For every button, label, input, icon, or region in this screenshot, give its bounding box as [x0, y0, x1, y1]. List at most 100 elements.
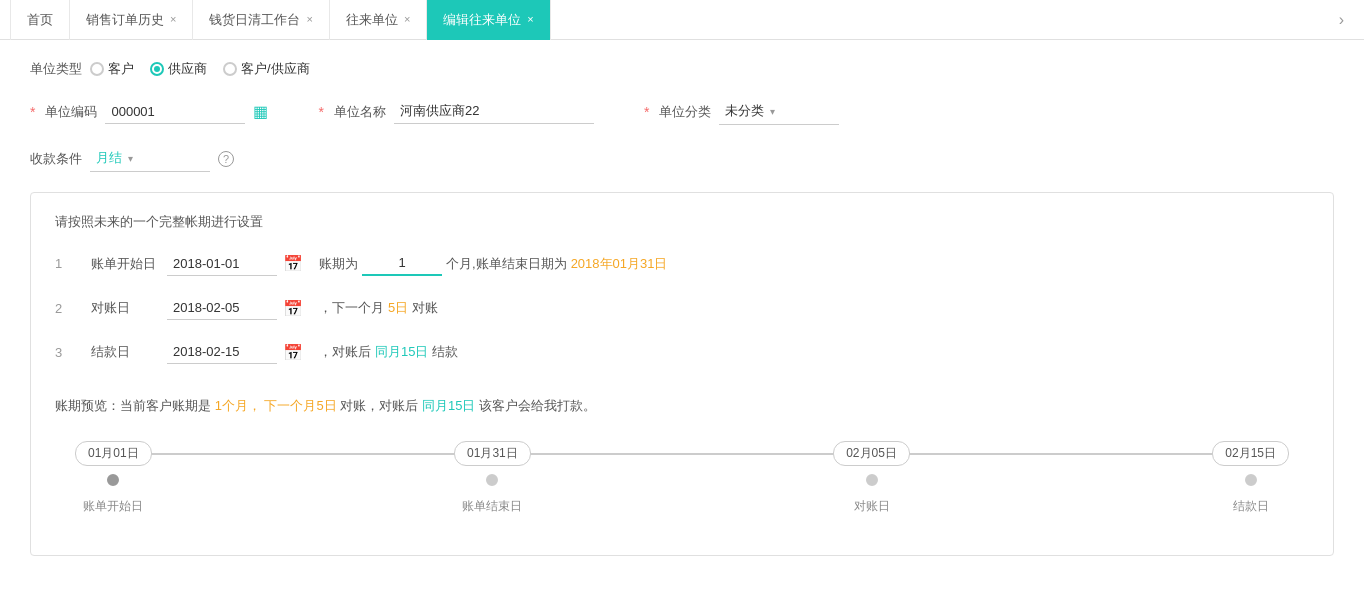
timeline-dot-2 — [866, 474, 878, 486]
timeline-dot-1 — [486, 474, 498, 486]
step-2-date-field: 📅 — [167, 296, 303, 320]
radio-group: 客户 供应商 客户/供应商 — [90, 60, 310, 78]
preview-section: 账期预览：当前客户账期是 1个月， 下一个月5日 对账，对账后 同月15日 该客… — [55, 384, 1309, 535]
tab-cash-workbench-label: 钱货日清工作台 — [209, 11, 300, 29]
unit-name-group: * 单位名称 — [318, 100, 593, 124]
payment-terms-label: 收款条件 — [30, 150, 82, 168]
step-1-cal-icon[interactable]: 📅 — [283, 254, 303, 273]
timeline-points: 01月01日账单开始日 01月31日账单结束日 02月05日对账日 02月15日结款日 — [75, 441, 1289, 515]
step-1-date-input[interactable] — [167, 252, 277, 276]
tab-edit-partner[interactable]: 编辑往来单位 × — [427, 0, 550, 40]
step-2-desc-after: 对账 — [412, 299, 438, 317]
step-2-highlight: 5日 — [388, 299, 408, 317]
tab-home-label: 首页 — [27, 11, 53, 29]
step-1-highlight: 2018年01月31日 — [571, 255, 668, 273]
tab-cash-workbench[interactable]: 钱货日清工作台 × — [193, 0, 329, 40]
tabs-bar: 首页 销售订单历史 × 钱货日清工作台 × 往来单位 × 编辑往来单位 × › — [0, 0, 1364, 40]
unit-type-row: 单位类型 客户 供应商 客户/供应商 — [30, 60, 1334, 78]
unit-category-value: 未分类 — [725, 102, 764, 120]
name-required: * — [318, 104, 323, 120]
preview-label: 账期预览：当前客户账期是 — [55, 398, 211, 413]
step-1-desc-before: 账期为 — [319, 255, 358, 273]
tab-home[interactable]: 首页 — [10, 0, 70, 40]
step-3-row: 3 结款日 📅 ，对账后 同月15日 结款 — [55, 340, 1309, 364]
unit-category-group: * 单位分类 未分类 ▾ — [644, 98, 839, 125]
unit-name-label: 单位名称 — [334, 103, 386, 121]
payment-terms-row: 收款条件 月结 ▾ ? — [30, 145, 1334, 172]
preview-text: 账期预览：当前客户账期是 1个月， 下一个月5日 对账，对账后 同月15日 该客… — [55, 394, 1309, 417]
preview-part5: 该客户会给我打款。 — [479, 398, 596, 413]
preview-part4: 同月15日 — [422, 398, 475, 413]
step-2-num: 2 — [55, 301, 75, 316]
timeline-badge-0: 01月01日 — [75, 441, 152, 466]
tab-cash-workbench-close[interactable]: × — [306, 14, 312, 25]
timeline-dot-3 — [1245, 474, 1257, 486]
preview-part2: 下一个月5日 — [264, 398, 336, 413]
preview-part1: 1个月， — [215, 398, 261, 413]
unit-code-icon[interactable]: ▦ — [253, 102, 268, 121]
unit-code-label: 单位编码 — [45, 103, 97, 121]
step-2-row: 2 对账日 📅 ，下一个月 5日 对账 — [55, 296, 1309, 320]
payment-terms-select[interactable]: 月结 ▾ — [90, 145, 210, 172]
timeline-point-1: 01月31日账单结束日 — [454, 441, 531, 515]
help-icon[interactable]: ? — [218, 151, 234, 167]
step-3-cal-icon[interactable]: 📅 — [283, 343, 303, 362]
radio-customer-circle — [90, 62, 104, 76]
unit-category-select[interactable]: 未分类 ▾ — [719, 98, 839, 125]
timeline-point-3: 02月15日结款日 — [1212, 441, 1289, 515]
radio-supplier-circle — [150, 62, 164, 76]
step-3-num: 3 — [55, 345, 75, 360]
timeline-desc-1: 账单结束日 — [462, 498, 522, 515]
radio-supplier[interactable]: 供应商 — [150, 60, 207, 78]
tab-arrow-right[interactable]: › — [1329, 11, 1354, 29]
step-1-period-input[interactable] — [362, 251, 442, 276]
step-3-label: 结款日 — [91, 343, 151, 361]
step-3-desc-after: 结款 — [432, 343, 458, 361]
timeline: 01月01日账单开始日 01月31日账单结束日 02月05日对账日 02月15日结款日 — [55, 441, 1309, 515]
section-instruction: 请按照未来的一个完整帐期进行设置 — [55, 213, 1309, 231]
step-1-desc: 账期为 个月,账单结束日期为 2018年01月31日 — [319, 251, 667, 276]
step-2-cal-icon[interactable]: 📅 — [283, 299, 303, 318]
radio-customer[interactable]: 客户 — [90, 60, 134, 78]
timeline-point-0: 01月01日账单开始日 — [75, 441, 152, 515]
settings-section: 请按照未来的一个完整帐期进行设置 1 账单开始日 📅 账期为 个月,账单结束日期… — [30, 192, 1334, 556]
unit-code-group: * 单位编码 ▦ — [30, 100, 268, 124]
timeline-badge-2: 02月05日 — [833, 441, 910, 466]
radio-supplier-label: 供应商 — [168, 60, 207, 78]
tab-sales-history-close[interactable]: × — [170, 14, 176, 25]
step-3-desc: ，对账后 同月15日 结款 — [319, 343, 458, 361]
step-3-desc-before: ，对账后 — [319, 343, 371, 361]
radio-both-label: 客户/供应商 — [241, 60, 310, 78]
step-1-num: 1 — [55, 256, 75, 271]
timeline-point-2: 02月05日对账日 — [833, 441, 910, 515]
step-2-date-input[interactable] — [167, 296, 277, 320]
step-1-label: 账单开始日 — [91, 255, 151, 273]
step-2-label: 对账日 — [91, 299, 151, 317]
arrow-right-icon: › — [1339, 11, 1344, 28]
tab-edit-partner-label: 编辑往来单位 — [443, 11, 521, 29]
timeline-desc-2: 对账日 — [854, 498, 890, 515]
category-chevron-icon: ▾ — [770, 106, 775, 117]
unit-name-input[interactable] — [394, 100, 594, 124]
tab-sales-history-label: 销售订单历史 — [86, 11, 164, 29]
tab-edit-partner-close[interactable]: × — [527, 14, 533, 25]
step-3-date-input[interactable] — [167, 340, 277, 364]
timeline-badge-3: 02月15日 — [1212, 441, 1289, 466]
payment-terms-value: 月结 — [96, 149, 122, 167]
step-1-row: 1 账单开始日 📅 账期为 个月,账单结束日期为 2018年01月31日 — [55, 251, 1309, 276]
timeline-dot-0 — [107, 474, 119, 486]
tab-partner-units-close[interactable]: × — [404, 14, 410, 25]
step-2-desc-before: ，下一个月 — [319, 299, 384, 317]
tab-sales-history[interactable]: 销售订单历史 × — [70, 0, 193, 40]
step-2-desc: ，下一个月 5日 对账 — [319, 299, 438, 317]
step-1-date-field: 📅 — [167, 252, 303, 276]
unit-code-input[interactable] — [105, 100, 245, 124]
unit-category-label: 单位分类 — [659, 103, 711, 121]
code-name-category-row: * 单位编码 ▦ * 单位名称 * 单位分类 未分类 ▾ — [30, 98, 1334, 125]
tab-partner-units[interactable]: 往来单位 × — [330, 0, 427, 40]
radio-customer-label: 客户 — [108, 60, 134, 78]
timeline-desc-0: 账单开始日 — [83, 498, 143, 515]
payment-chevron-icon: ▾ — [128, 153, 133, 164]
radio-both[interactable]: 客户/供应商 — [223, 60, 310, 78]
main-content: 单位类型 客户 供应商 客户/供应商 * 单位编码 — [0, 40, 1364, 608]
